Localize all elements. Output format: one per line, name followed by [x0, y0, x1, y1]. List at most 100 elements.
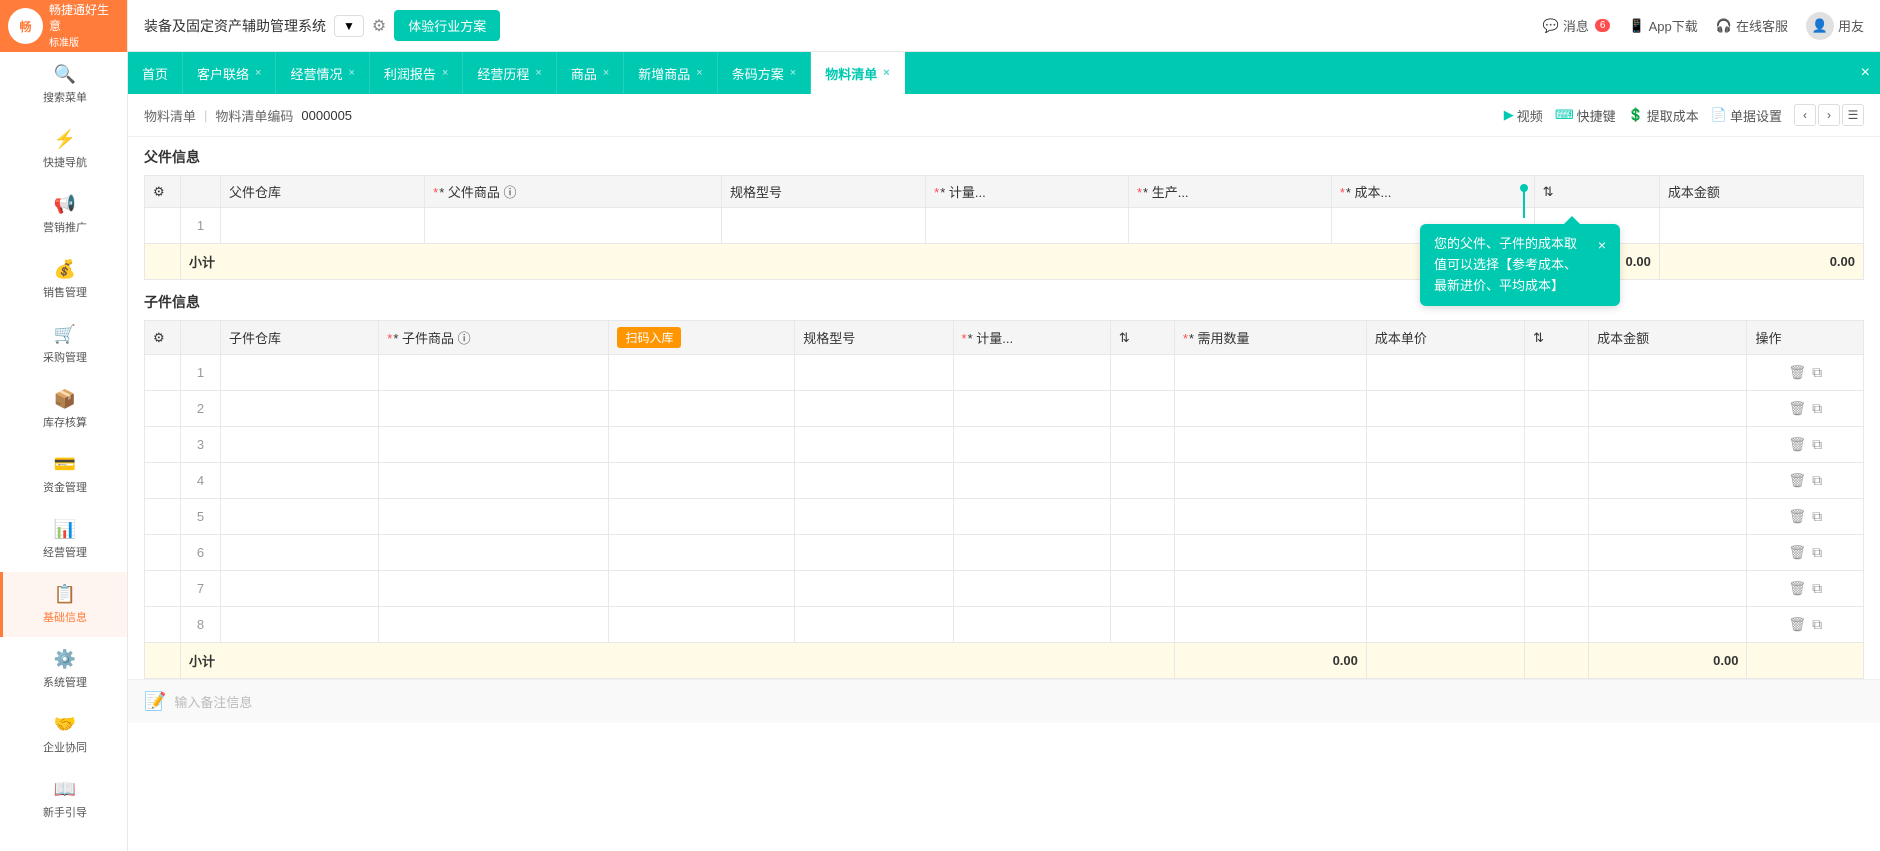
tab-customer[interactable]: 客户联络 ×: [183, 52, 276, 94]
copy-icon[interactable]: ⧉: [1812, 400, 1822, 417]
purchase-icon: 🛒: [54, 324, 76, 345]
sidebar-item-marketing[interactable]: 📢 营销推广: [0, 182, 127, 247]
sidebar-item-finance[interactable]: 💳 资金管理: [0, 442, 127, 507]
delete-icon[interactable]: 🗑: [1788, 472, 1806, 489]
parent-row-amount: [1659, 208, 1863, 244]
tab-customer-close[interactable]: ×: [255, 67, 261, 79]
child-row-spec-1[interactable]: [795, 355, 953, 391]
operations-icon: 📊: [54, 519, 76, 540]
table-row: 8 🗑⧉: [145, 607, 1864, 643]
parent-row-product[interactable]: [425, 208, 722, 244]
delete-icon[interactable]: 🗑: [1788, 436, 1806, 453]
child-subtotal-row: 小计 0.00 0.00: [145, 643, 1864, 679]
copy-icon[interactable]: ⧉: [1812, 616, 1822, 633]
delete-icon[interactable]: 🗑: [1788, 544, 1806, 561]
parent-row-production[interactable]: [1128, 208, 1331, 244]
tab-barcode[interactable]: 条码方案 ×: [718, 52, 811, 94]
settings-icon[interactable]: ⚙: [372, 16, 386, 36]
system-title: 装备及固定资产辅助管理系统: [144, 16, 326, 36]
child-row-warehouse-1[interactable]: [221, 355, 379, 391]
child-th-settings[interactable]: ⚙: [145, 321, 181, 355]
tab-bom-label: 物料清单: [825, 64, 877, 83]
table-row: 1 🗑 ⧉: [145, 355, 1864, 391]
prev-arrow[interactable]: ‹: [1794, 104, 1816, 126]
sidebar-item-purchase[interactable]: 🛒 采购管理: [0, 312, 127, 377]
child-th-warehouse: 子件仓库: [221, 321, 379, 355]
extract-cost-btn[interactable]: 💲 提取成本: [1628, 106, 1699, 125]
logo-subtitle: 标准版: [49, 34, 119, 49]
parent-th-sort: ⇅: [1534, 176, 1659, 208]
child-row-unit-1[interactable]: [953, 355, 1110, 391]
menu-arrow[interactable]: ☰: [1842, 104, 1864, 126]
child-row-qty-1[interactable]: [1174, 355, 1366, 391]
parent-th-settings[interactable]: ⚙: [145, 176, 181, 208]
parent-row-warehouse[interactable]: [221, 208, 425, 244]
tabs-close-all[interactable]: ×: [1851, 64, 1880, 82]
child-row-product-1[interactable]: [379, 355, 609, 391]
system-select-button[interactable]: ▼: [334, 15, 364, 37]
sidebar-item-quick-nav[interactable]: ⚡ 快捷导航: [0, 117, 127, 182]
sidebar-item-guide[interactable]: 📖 新手引导: [0, 767, 127, 832]
single-setting-btn[interactable]: 📄 单据设置: [1711, 106, 1782, 125]
tab-bom[interactable]: 物料清单 ×: [811, 52, 904, 94]
breadcrumb-1[interactable]: 物料清单: [144, 106, 196, 125]
sidebar-item-sales[interactable]: 💰 销售管理: [0, 247, 127, 312]
tab-barcode-close[interactable]: ×: [790, 67, 796, 79]
copy-icon[interactable]: ⧉: [1812, 544, 1822, 561]
tab-history-close[interactable]: ×: [535, 67, 541, 79]
parent-row-unit[interactable]: [926, 208, 1129, 244]
tab-profit-close[interactable]: ×: [442, 67, 448, 79]
sidebar: 畅 畅捷通好生意 标准版 🔍 搜索菜单 ⚡ 快捷导航 📢 营销推广 💰 销售管理…: [0, 0, 128, 851]
copy-icon[interactable]: ⧉: [1812, 436, 1822, 453]
copy-icon[interactable]: ⧉: [1812, 508, 1822, 525]
tab-profit[interactable]: 利润报告 ×: [370, 52, 463, 94]
trial-button[interactable]: 体验行业方案: [394, 10, 500, 41]
tab-home-label: 首页: [142, 64, 168, 83]
tab-goods[interactable]: 商品 ×: [557, 52, 624, 94]
view-btn[interactable]: ▶ 视频: [1504, 106, 1543, 125]
sidebar-item-operations[interactable]: 📊 经营管理: [0, 507, 127, 572]
tab-goods-close[interactable]: ×: [603, 67, 609, 79]
shortcut-icon: ⌨: [1555, 107, 1574, 123]
sidebar-label-quick-nav: 快捷导航: [43, 154, 87, 170]
sidebar-label-finance: 资金管理: [43, 479, 87, 495]
sidebar-item-search[interactable]: 🔍 搜索菜单: [0, 52, 127, 117]
tab-operations[interactable]: 经营情况 ×: [276, 52, 369, 94]
note-icon: 📝: [144, 691, 166, 712]
next-arrow[interactable]: ›: [1818, 104, 1840, 126]
sidebar-item-system[interactable]: ⚙️ 系统管理: [0, 637, 127, 702]
delete-icon[interactable]: 🗑: [1788, 508, 1806, 525]
tab-bom-close[interactable]: ×: [883, 67, 889, 79]
copy-icon[interactable]: ⧉: [1812, 472, 1822, 489]
app-download-item[interactable]: 📱 App下载: [1628, 16, 1697, 35]
copy-icon[interactable]: ⧉: [1812, 580, 1822, 597]
child-row-unit-cost-1[interactable]: [1366, 355, 1524, 391]
online-service-item[interactable]: 🎧 在线客服: [1716, 16, 1788, 35]
user-item[interactable]: 👤 用友: [1806, 12, 1864, 40]
scan-button[interactable]: 扫码入库: [617, 327, 681, 348]
note-placeholder[interactable]: 输入备注信息: [174, 692, 252, 711]
sidebar-logo: 畅 畅捷通好生意 标准版: [0, 0, 127, 52]
shortcut-btn[interactable]: ⌨ 快捷键: [1555, 106, 1616, 125]
tab-add-goods[interactable]: 新增商品 ×: [624, 52, 717, 94]
message-badge: 6: [1595, 19, 1611, 32]
sidebar-item-inventory[interactable]: 📦 库存核算: [0, 377, 127, 442]
table-row: 5 🗑⧉: [145, 499, 1864, 535]
tab-history[interactable]: 经营历程 ×: [463, 52, 556, 94]
tooltip-close-button[interactable]: ×: [1598, 234, 1606, 256]
tab-add-goods-close[interactable]: ×: [696, 67, 702, 79]
tab-home[interactable]: 首页: [128, 52, 183, 94]
message-item[interactable]: 💬 消息 6: [1543, 16, 1611, 35]
child-row-action-1: 🗑 ⧉: [1747, 355, 1864, 391]
copy-icon[interactable]: ⧉: [1812, 364, 1822, 381]
delete-icon[interactable]: 🗑: [1788, 400, 1806, 417]
sidebar-item-cooperation[interactable]: 🤝 企业协同: [0, 702, 127, 767]
delete-icon[interactable]: 🗑: [1788, 616, 1806, 633]
parent-th-cost: ** 成本...: [1331, 176, 1534, 208]
tab-operations-close[interactable]: ×: [348, 67, 354, 79]
delete-icon[interactable]: 🗑: [1788, 364, 1806, 381]
parent-row-spec[interactable]: [721, 208, 925, 244]
sidebar-item-basic-info[interactable]: 📋 基础信息: [0, 572, 127, 637]
search-icon: 🔍: [54, 64, 76, 85]
delete-icon[interactable]: 🗑: [1788, 580, 1806, 597]
